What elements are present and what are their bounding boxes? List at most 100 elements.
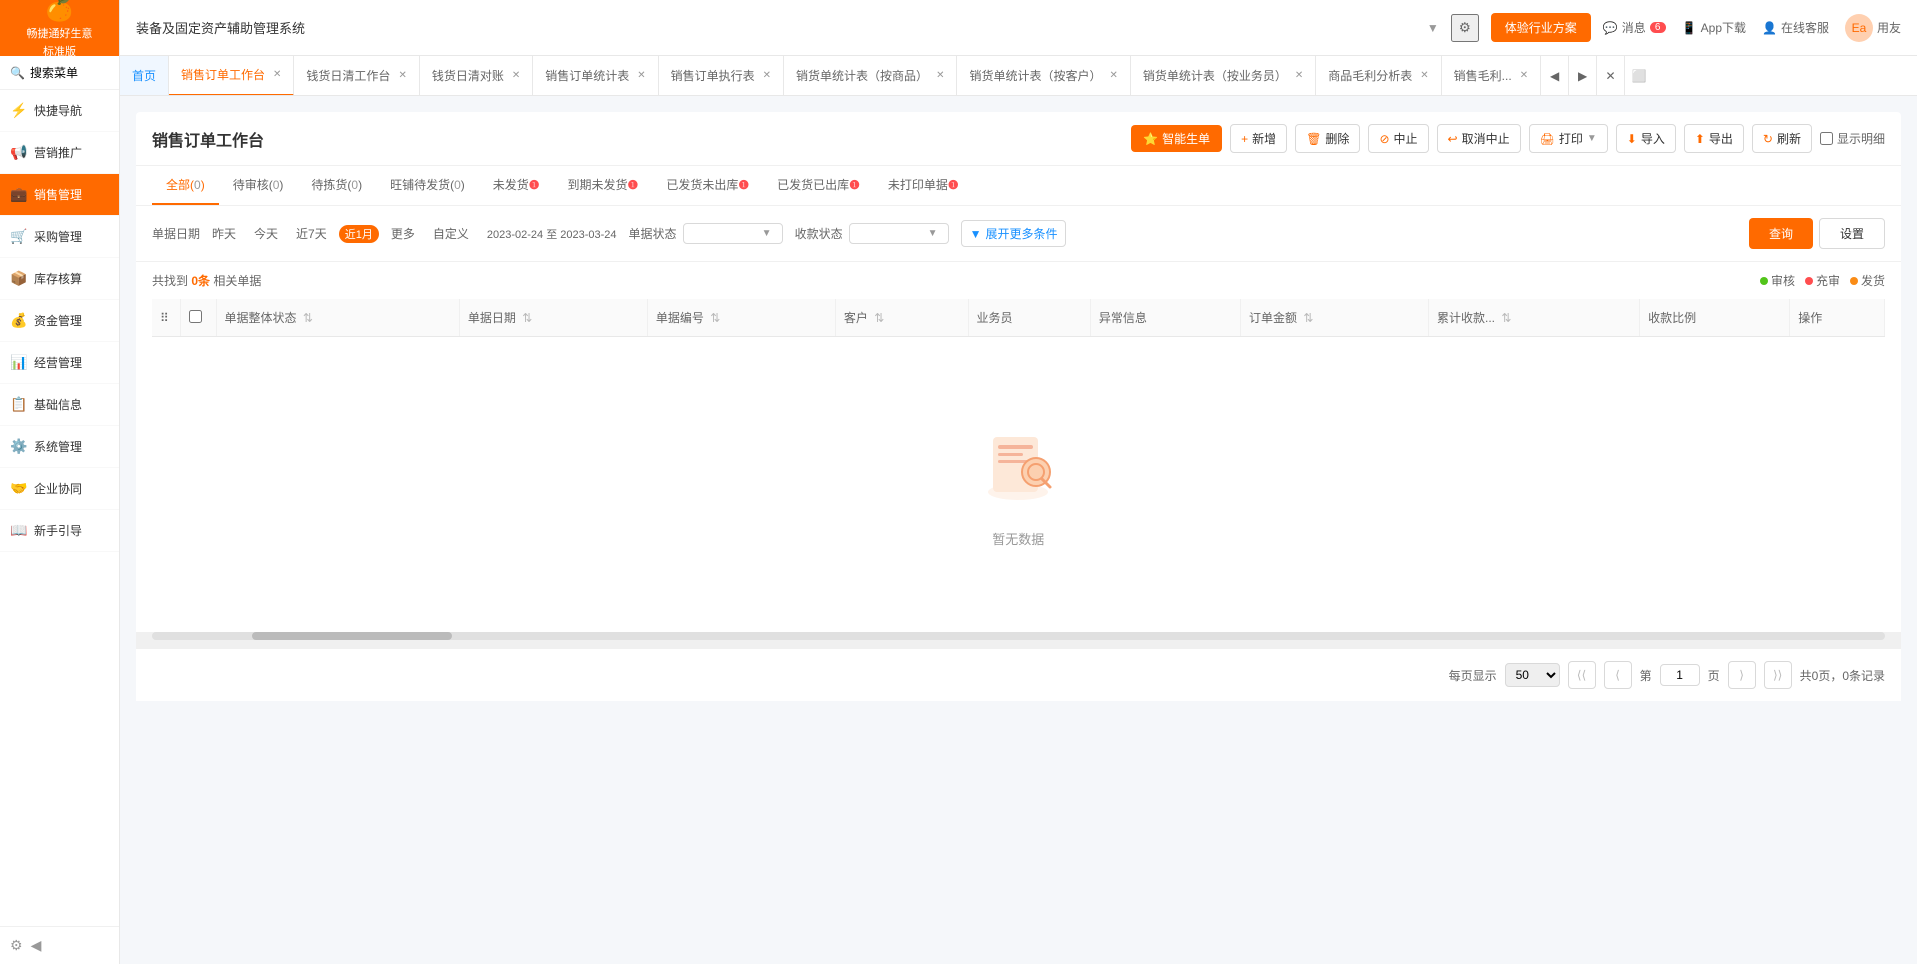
scrollbar-thumb[interactable] (252, 632, 452, 640)
table-col-date[interactable]: 单据日期 ⇅ (459, 299, 647, 337)
user-menu[interactable]: Ea 用友 (1845, 14, 1901, 42)
filter-tab-wangpu[interactable]: 旺铺待发货(0) (376, 166, 479, 205)
ship-action[interactable]: 发货 (1850, 272, 1885, 289)
filter-tab-pending-pickup[interactable]: 待拣货(0) (297, 166, 376, 205)
sidebar-item-sales[interactable]: 💼 销售管理 (0, 174, 119, 216)
tab-sales-summary-goods[interactable]: 销货单统计表（按商品） ✕ (784, 56, 957, 96)
smart-create-button[interactable]: ⭐ 智能生单 (1131, 125, 1222, 152)
online-service-button[interactable]: 👤 在线客服 (1762, 19, 1829, 36)
tab-home[interactable]: 首页 (120, 56, 169, 96)
table-col-amount[interactable]: 订单金额 ⇅ (1241, 299, 1429, 337)
show-detail-input[interactable] (1820, 132, 1833, 145)
export-button[interactable]: ⬆ 导出 (1684, 124, 1744, 153)
sidebar-item-quick-nav[interactable]: ⚡ 快捷导航 (0, 90, 119, 132)
sidebar-item-inventory[interactable]: 📦 库存核算 (0, 258, 119, 300)
page-input[interactable] (1660, 664, 1700, 686)
tab-close-all[interactable]: ✕ (1597, 56, 1625, 96)
app-download-button[interactable]: 📱 App下载 (1682, 19, 1746, 36)
tab-scroll-prev[interactable]: ◀ (1541, 56, 1569, 96)
search-button[interactable]: 查询 (1749, 218, 1813, 249)
settings-icon[interactable]: ⚙ (10, 937, 23, 954)
settings-button[interactable]: ⚙ (1451, 14, 1479, 42)
table-col-status[interactable]: 单据整体状态 ⇅ (216, 299, 459, 337)
table-col-collected[interactable]: 累计收款... ⇅ (1429, 299, 1640, 337)
filter-tab-all[interactable]: 全部(0) (152, 166, 219, 205)
logo-text: 畅捷通好生意 (27, 25, 93, 41)
sidebar-item-marketing[interactable]: 📢 营销推广 (0, 132, 119, 174)
filter-tab-shipped-out[interactable]: 已发货已出库❶ (763, 166, 874, 205)
tab-sales-stat[interactable]: 销售订单统计表 ✕ (533, 56, 658, 96)
tab-close-icon[interactable]: ✕ (936, 70, 944, 81)
tab-close-icon[interactable]: ✕ (273, 69, 281, 80)
filter-tab-pending-review[interactable]: 待审核(0) (219, 166, 298, 205)
sidebar-search[interactable]: 🔍 搜索菜单 (0, 56, 119, 90)
scrollbar-area[interactable] (136, 632, 1901, 648)
date-shortcut-custom[interactable]: 自定义 (427, 223, 475, 244)
per-page-select[interactable]: 50 100 200 (1505, 663, 1560, 687)
date-shortcut-yesterday[interactable]: 昨天 (206, 223, 242, 244)
delete-button[interactable]: 🗑 删除 (1295, 124, 1360, 153)
filter-tab-not-shipped[interactable]: 未发货❶ (479, 166, 554, 205)
pause-button[interactable]: ⊘ 中止 (1368, 124, 1428, 153)
import-button[interactable]: ⬇ 导入 (1616, 124, 1676, 153)
set-button[interactable]: 设置 (1819, 218, 1885, 249)
date-shortcut-today[interactable]: 今天 (248, 223, 284, 244)
tab-close-icon[interactable]: ✕ (512, 70, 520, 81)
date-shortcut-more[interactable]: 更多 (385, 223, 421, 244)
sidebar-item-guide[interactable]: 📖 新手引导 (0, 510, 119, 552)
filter-tab-not-printed[interactable]: 未打印单据❶ (874, 166, 973, 205)
table-col-staff[interactable]: 业务员 (968, 299, 1090, 337)
sidebar-item-finance[interactable]: 💰 资金管理 (0, 300, 119, 342)
sidebar-item-system[interactable]: ⚙️ 系统管理 (0, 426, 119, 468)
review-action[interactable]: 审核 (1760, 272, 1795, 289)
tab-close-icon[interactable]: ✕ (398, 70, 406, 81)
filter-tab-shipped-not-out[interactable]: 已发货未出库❶ (652, 166, 763, 205)
experience-button[interactable]: 体验行业方案 (1491, 13, 1591, 42)
tab-sales-more[interactable]: 销售毛利... ✕ (1442, 56, 1541, 96)
tab-sales-workbench[interactable]: 销售订单工作台 ✕ (169, 56, 294, 96)
pay-status-select[interactable]: ▼ (849, 223, 949, 244)
sidebar-item-coop[interactable]: 🤝 企业协同 (0, 468, 119, 510)
filter-tab-overdue[interactable]: 到期未发货❶ (554, 166, 653, 205)
tab-close-icon[interactable]: ✕ (1109, 70, 1117, 81)
status-select[interactable]: ▼ (683, 223, 783, 244)
tab-cash-reconcile[interactable]: 钱货日清对账 ✕ (420, 56, 533, 96)
cancel-pause-button[interactable]: ↩ 取消中止 (1437, 124, 1521, 153)
sidebar-item-basic[interactable]: 📋 基础信息 (0, 384, 119, 426)
table-col-client[interactable]: 客户 ⇅ (835, 299, 968, 337)
tab-close-icon[interactable]: ✕ (1420, 70, 1428, 81)
dropdown-arrow-icon[interactable]: ▼ (1427, 21, 1439, 35)
sidebar-item-operation[interactable]: 📊 经营管理 (0, 342, 119, 384)
add-button[interactable]: + 新增 (1230, 124, 1287, 153)
date-shortcut-7days[interactable]: 近7天 (290, 223, 333, 244)
table-col-exception[interactable]: 异常信息 (1090, 299, 1240, 337)
page-last-button[interactable]: ⟩⟩ (1764, 661, 1792, 689)
collapse-icon[interactable]: ◀ (31, 937, 42, 954)
tab-expand[interactable]: ⬜ (1625, 56, 1653, 96)
tab-gross-profit[interactable]: 商品毛利分析表 ✕ (1316, 56, 1441, 96)
page-next-button[interactable]: ⟩ (1728, 661, 1756, 689)
tab-close-icon[interactable]: ✕ (763, 70, 771, 81)
table-col-checkbox[interactable] (180, 299, 216, 337)
tab-sales-exec[interactable]: 销售订单执行表 ✕ (659, 56, 784, 96)
tab-scroll-next[interactable]: ▶ (1569, 56, 1597, 96)
tab-cash-daily[interactable]: 钱货日清工作台 ✕ (294, 56, 419, 96)
page-first-button[interactable]: ⟨⟨ (1568, 661, 1596, 689)
select-all-checkbox[interactable] (189, 310, 202, 323)
tab-sales-summary-client[interactable]: 销货单统计表（按客户） ✕ (957, 56, 1130, 96)
show-detail-checkbox[interactable]: 显示明细 (1820, 130, 1885, 147)
tab-sales-summary-staff[interactable]: 销货单统计表（按业务员） ✕ (1131, 56, 1316, 96)
tab-close-icon[interactable]: ✕ (1520, 70, 1528, 81)
date-tag-1month[interactable]: 近1月 (339, 225, 379, 243)
table-col-ratio[interactable]: 收款比例 (1640, 299, 1790, 337)
tab-close-icon[interactable]: ✕ (637, 70, 645, 81)
print-button[interactable]: 🖨 打印 ▼ (1529, 124, 1608, 153)
sidebar-item-purchase[interactable]: 🛒 采购管理 (0, 216, 119, 258)
uncheck-action[interactable]: 充审 (1805, 272, 1840, 289)
tab-close-icon[interactable]: ✕ (1295, 70, 1303, 81)
message-button[interactable]: 💬 消息 6 (1603, 19, 1666, 36)
expand-conditions-button[interactable]: ▼ 展开更多条件 (961, 220, 1067, 247)
page-prev-button[interactable]: ⟨ (1604, 661, 1632, 689)
refresh-button[interactable]: ↻ 刷新 (1752, 124, 1812, 153)
table-col-number[interactable]: 单据编号 ⇅ (647, 299, 835, 337)
